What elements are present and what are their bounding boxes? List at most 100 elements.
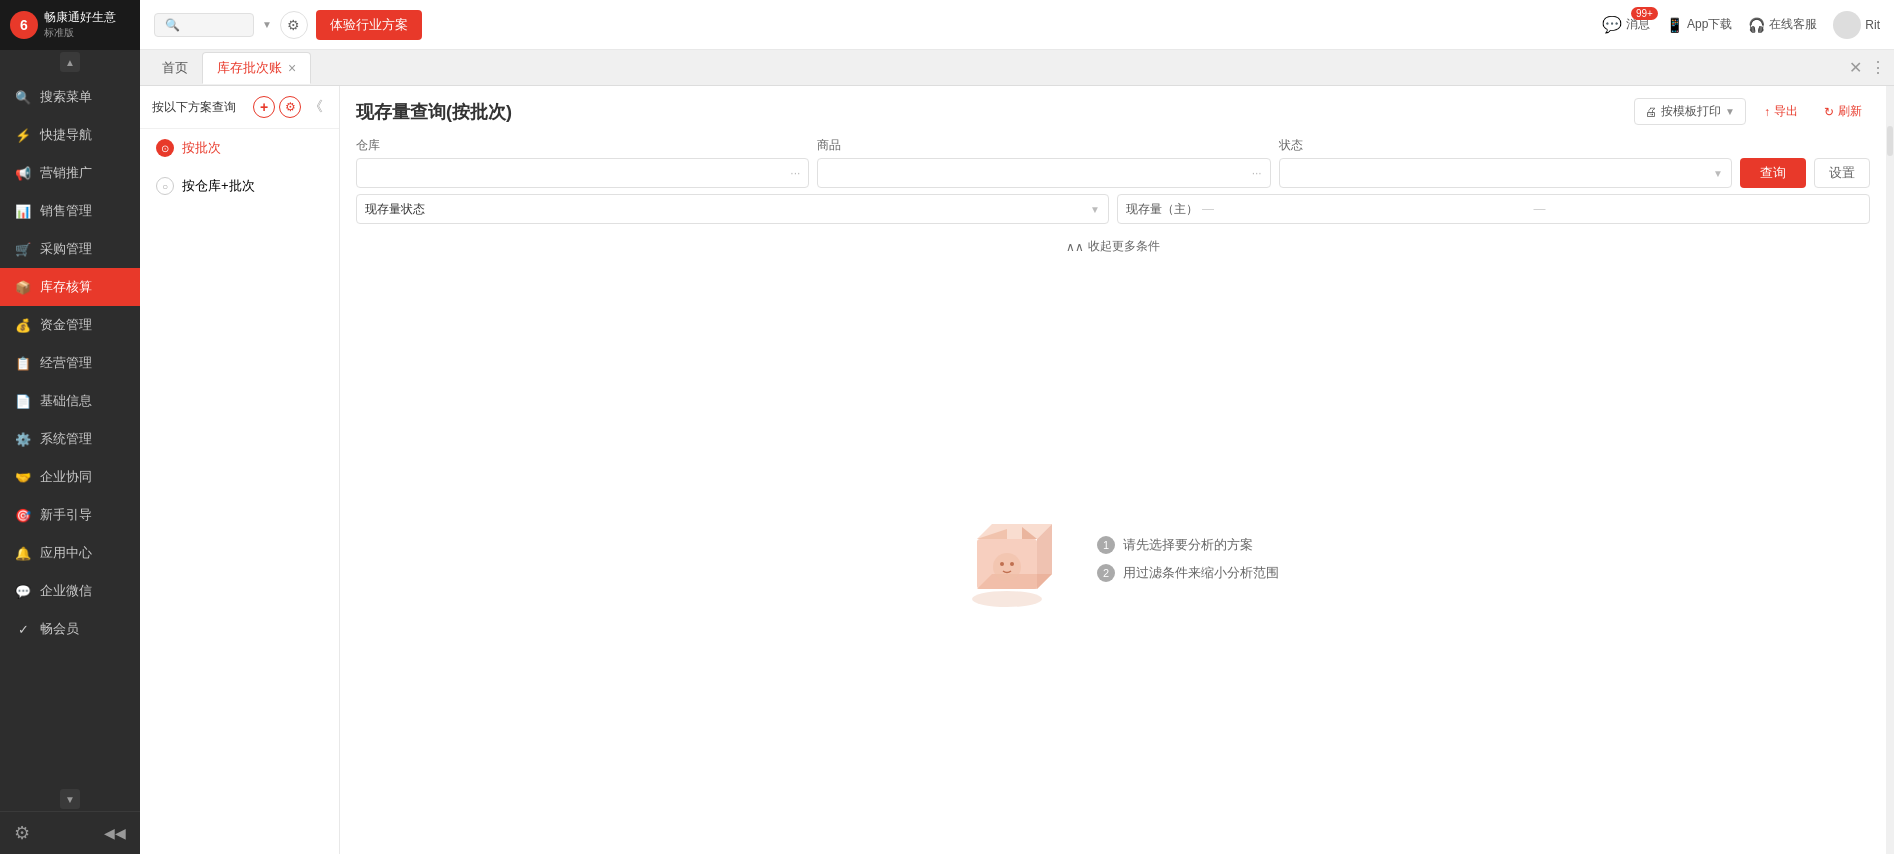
warehouse-dots[interactable]: ···: [790, 166, 800, 180]
sidebar-item-finance[interactable]: 💰 资金管理: [0, 306, 140, 344]
scroll-down-btn[interactable]: ▼: [60, 789, 80, 809]
trial-btn[interactable]: 体验行业方案: [316, 10, 422, 40]
system-icon: ⚙️: [14, 430, 32, 448]
export-btn[interactable]: ↑ 导出: [1756, 99, 1806, 124]
topbar-gear-btn[interactable]: ⚙: [280, 11, 308, 39]
wechat-icon: 💬: [14, 582, 32, 600]
collapse-conditions-btn[interactable]: ∧∧ 收起更多条件: [340, 230, 1886, 263]
empty-tip-1: 1 请先选择要分析的方案: [1097, 536, 1279, 554]
topbar: 🔍 ▼ ⚙ 体验行业方案 💬 消息 99+ 📱 App下载 🎧 在线客服: [140, 0, 1894, 50]
empty-illustration: [947, 499, 1067, 619]
sidebar-item-inventory[interactable]: 📦 库存核算: [0, 268, 140, 306]
user-name: Rit: [1865, 18, 1880, 32]
scrollbar-thumb[interactable]: [1887, 126, 1893, 156]
basics-icon: 📄: [14, 392, 32, 410]
scroll-up-btn[interactable]: ▲: [60, 52, 80, 72]
settings-btn[interactable]: ⚙: [14, 822, 30, 844]
left-panel-header: 按以下方案查询 + ⚙ 《: [140, 86, 339, 129]
sidebar-nav: 🔍 搜索菜单 ⚡ 快捷导航 📢 营销推广 📊 销售管理 🛒 采购管理 📦 库存核…: [0, 74, 140, 787]
quantity-min-input[interactable]: [1218, 202, 1530, 216]
marketing-icon: 📢: [14, 164, 32, 182]
svg-point-9: [1010, 562, 1014, 566]
sidebar-item-appstore[interactable]: 🔔 应用中心: [0, 534, 140, 572]
sidebar-header: 6 畅康通好生意 标准版: [0, 0, 140, 50]
stock-status-select[interactable]: 现存量状态 ▼: [356, 194, 1109, 224]
filter-settings-btn[interactable]: 设置: [1814, 158, 1870, 188]
tabs-bar: 首页 库存批次账 × ✕ ⋮: [140, 50, 1894, 86]
tab-inventory-batch[interactable]: 库存批次账 ×: [202, 52, 311, 84]
status-arrow: ▼: [1713, 168, 1723, 179]
quantity-field: 现存量（主） — —: [1117, 194, 1870, 224]
appstore-icon: 🔔: [14, 544, 32, 562]
sidebar-item-purchase[interactable]: 🛒 采购管理: [0, 230, 140, 268]
sidebar-item-newbie[interactable]: 🎯 新手引导: [0, 496, 140, 534]
svg-point-7: [993, 553, 1021, 581]
members-icon: ✓: [14, 620, 32, 638]
warehouse-input[interactable]: ···: [356, 158, 809, 188]
app-download-btn[interactable]: 📱 App下载: [1666, 16, 1732, 33]
user-avatar: [1833, 11, 1861, 39]
collapse-sidebar-btn[interactable]: ◀◀: [104, 825, 126, 841]
search-menu-icon: 🔍: [14, 88, 32, 106]
tip-num-2: 2: [1097, 564, 1115, 582]
settings-plan-btn[interactable]: ⚙: [279, 96, 301, 118]
finance-icon: 💰: [14, 316, 32, 334]
filter-section: 仓库 ··· 商品 ···: [340, 125, 1886, 263]
company-name: 畅康通好生意: [44, 10, 116, 26]
operations-icon: 📋: [14, 354, 32, 372]
plan-item-by-batch[interactable]: ⊙ 按批次: [140, 129, 339, 167]
online-service-btn[interactable]: 🎧 在线客服: [1748, 16, 1817, 33]
messages-btn[interactable]: 💬 消息 99+: [1602, 15, 1650, 34]
messages-badge: 99+: [1631, 7, 1658, 20]
refresh-icon: ↻: [1824, 105, 1834, 119]
product-label: 商品: [817, 137, 1270, 154]
plan-item-by-warehouse-batch[interactable]: ○ 按仓库+批次: [140, 167, 339, 205]
product-dots[interactable]: ···: [1252, 166, 1262, 180]
query-btn[interactable]: 查询: [1740, 158, 1806, 188]
panel-close-btn[interactable]: ✕: [1845, 54, 1866, 81]
print-btn[interactable]: 🖨 按模板打印 ▼: [1634, 98, 1746, 125]
sidebar-item-search[interactable]: 🔍 搜索菜单: [0, 78, 140, 116]
sidebar-item-system[interactable]: ⚙️ 系统管理: [0, 420, 140, 458]
add-plan-btn[interactable]: +: [253, 96, 275, 118]
refresh-btn[interactable]: ↻ 刷新: [1816, 99, 1870, 124]
stock-status-field: 现存量状态 ▼: [356, 194, 1109, 224]
right-scrollbar: [1886, 86, 1894, 854]
topbar-left: 🔍 ▼ ⚙ 体验行业方案: [154, 10, 1592, 40]
panel-expand-btn[interactable]: ⋮: [1870, 58, 1886, 77]
tab-home[interactable]: 首页: [148, 53, 202, 83]
tab-close-btn[interactable]: ×: [288, 61, 296, 75]
collapse-panel-btn[interactable]: 《: [305, 96, 327, 118]
range-dash: —: [1202, 202, 1214, 216]
inventory-icon: 📦: [14, 278, 32, 296]
status-field: 状态 ▼: [1279, 137, 1732, 188]
sidebar-item-enterprise[interactable]: 🤝 企业协同: [0, 458, 140, 496]
status-select[interactable]: ▼: [1279, 158, 1732, 188]
sidebar-item-marketing[interactable]: 📢 营销推广: [0, 154, 140, 192]
sidebar-item-operations[interactable]: 📋 经营管理: [0, 344, 140, 382]
filter-row-2: 现存量状态 ▼ 现存量（主） — —: [340, 194, 1886, 230]
svg-point-0: [972, 591, 1042, 607]
empty-tips: 1 请先选择要分析的方案 2 用过滤条件来缩小分析范围: [1097, 536, 1279, 582]
sidebar-item-wechat[interactable]: 💬 企业微信: [0, 572, 140, 610]
sidebar: 6 畅康通好生意 标准版 ▲ 🔍 搜索菜单 ⚡ 快捷导航 📢 营销推广 📊 销售…: [0, 0, 140, 854]
sidebar-item-quick-nav[interactable]: ⚡ 快捷导航: [0, 116, 140, 154]
sidebar-item-members[interactable]: ✓ 畅会员: [0, 610, 140, 648]
search-dropdown-arrow[interactable]: ▼: [262, 19, 272, 30]
enterprise-icon: 🤝: [14, 468, 32, 486]
print-dropdown-arrow[interactable]: ▼: [1725, 106, 1735, 117]
sidebar-footer: ⚙ ◀◀: [0, 811, 140, 854]
topbar-right: 💬 消息 99+ 📱 App下载 🎧 在线客服 Rit: [1602, 11, 1880, 39]
quantity-max-input[interactable]: [1550, 202, 1862, 216]
product-input[interactable]: ···: [817, 158, 1270, 188]
warehouse-field: 仓库 ···: [356, 137, 809, 188]
edition-label: 标准版: [44, 26, 116, 40]
query-btn-container: 查询: [1740, 158, 1806, 188]
user-avatar-area[interactable]: Rit: [1833, 11, 1880, 39]
sidebar-item-sales[interactable]: 📊 销售管理: [0, 192, 140, 230]
app-logo: 6: [10, 11, 38, 39]
sidebar-item-basics[interactable]: 📄 基础信息: [0, 382, 140, 420]
warehouse-label: 仓库: [356, 137, 809, 154]
global-search[interactable]: 🔍: [154, 13, 254, 37]
panel-actions: + ⚙ 《: [253, 96, 327, 118]
